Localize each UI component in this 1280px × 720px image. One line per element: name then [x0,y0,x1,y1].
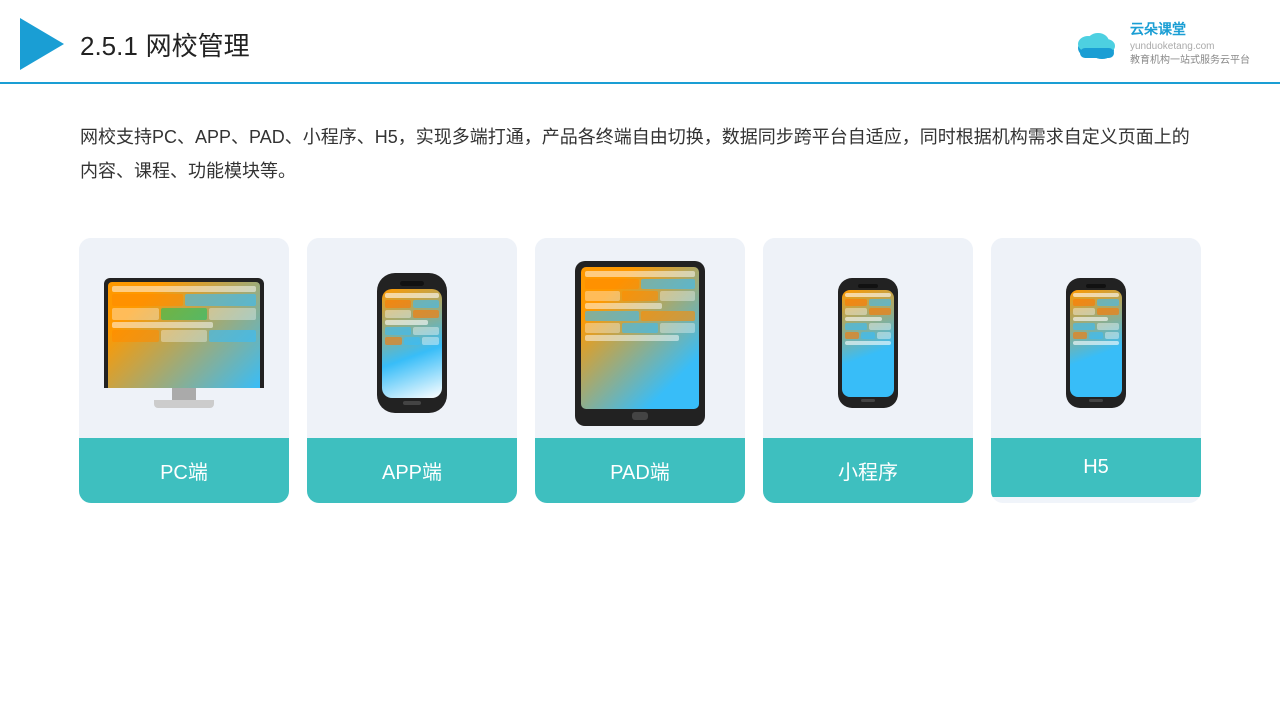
card-miniprogram-image [763,238,973,438]
card-pc-image [79,238,289,438]
card-app-label: APP端 [307,438,517,503]
logo-text: 云朵课堂 yunduoketang.com 教育机构一站式服务云平台 [1130,20,1250,68]
page-title: 2.5.1 网校管理 [80,26,250,63]
phone-mockup-app [377,273,447,413]
card-miniprogram-label: 小程序 [763,438,973,503]
logo-main-text: 云朵课堂 [1130,20,1250,40]
description-text: 网校支持PC、APP、PAD、小程序、H5，实现多端打通，产品各终端自由切换，数… [0,84,1280,208]
play-icon [20,18,64,70]
card-pad: PAD端 [535,238,745,503]
title-prefix: 2.5.1 [80,31,138,61]
cloud-logo-icon [1070,26,1122,62]
card-miniprogram: 小程序 [763,238,973,503]
logo-area: 云朵课堂 yunduoketang.com 教育机构一站式服务云平台 [1070,20,1250,68]
card-pc: PC端 [79,238,289,503]
card-h5-label: H5 [991,438,1201,497]
logo-domain: yunduoketang.com [1130,40,1250,54]
tablet-mockup [575,261,705,426]
cards-section: PC端 [0,208,1280,503]
card-pad-image [535,238,745,438]
card-pad-label: PAD端 [535,438,745,503]
card-app-image [307,238,517,438]
card-app: APP端 [307,238,517,503]
card-h5: H5 [991,238,1201,503]
logo-tagline: 教育机构一站式服务云平台 [1130,54,1250,68]
title-main: 网校管理 [146,31,250,61]
card-pc-label: PC端 [79,438,289,503]
phone-mockup-h5 [1066,278,1126,408]
card-h5-image [991,238,1201,438]
phone-mockup-miniprogram [838,278,898,408]
header-left: 2.5.1 网校管理 [20,18,250,70]
pc-mockup [104,278,264,408]
header: 2.5.1 网校管理 云朵课堂 yunduoketang.com 教育机构一站式… [0,0,1280,84]
